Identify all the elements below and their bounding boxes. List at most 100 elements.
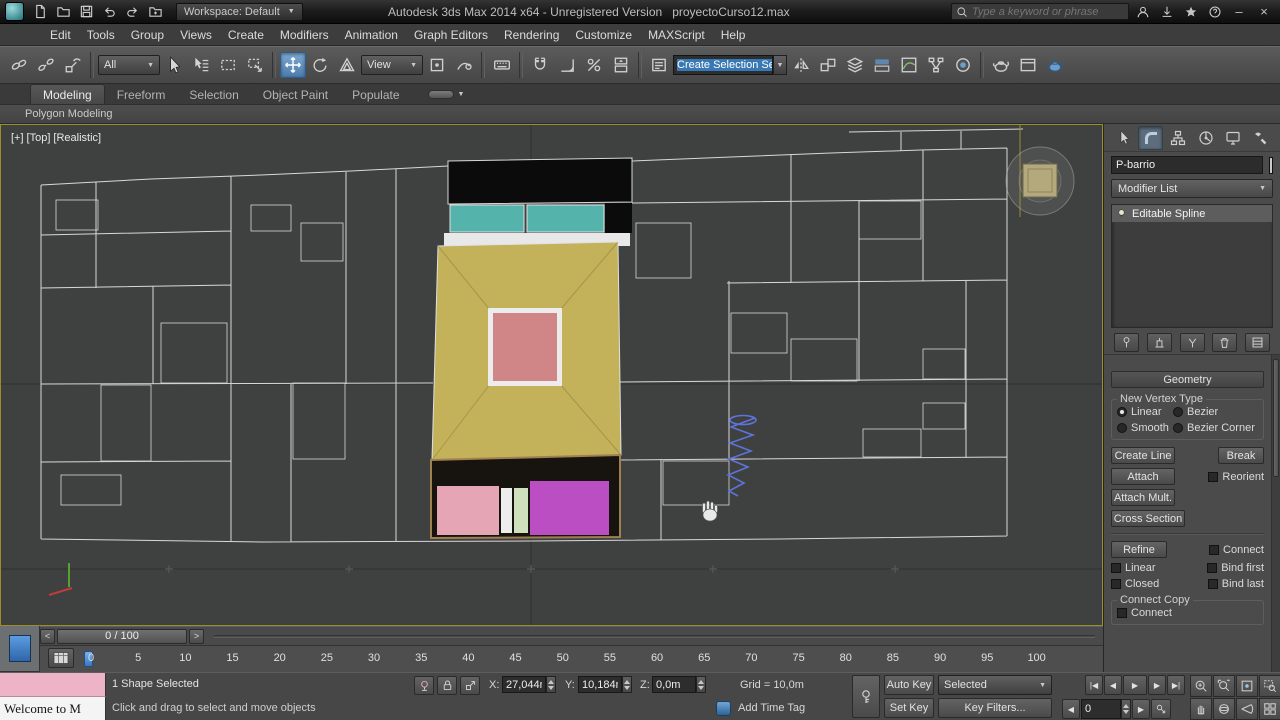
redo-icon[interactable] [122,2,143,21]
panel-scrollbar[interactable] [1271,355,1280,672]
create-line-button[interactable]: Create Line [1111,447,1175,464]
attach-mult-button[interactable]: Attach Mult. [1111,489,1175,506]
auto-key-button[interactable]: Auto Key [884,675,934,695]
search-input[interactable] [972,5,1122,18]
menu-item[interactable]: Help [713,24,754,45]
undo-icon[interactable] [99,2,120,21]
y-field[interactable] [578,676,632,693]
time-slider-next-button[interactable]: > [189,628,204,644]
menu-item[interactable]: MAXScript [640,24,713,45]
create-tab-icon[interactable] [1111,126,1136,150]
3dsmax-logo-icon[interactable] [5,2,24,21]
named-selection-combo[interactable]: Create Selection Se ▼ [673,55,787,75]
project-folder-icon[interactable] [145,2,166,21]
menu-item[interactable]: Rendering [496,24,567,45]
maxscript-mini-listener[interactable]: Welcome to M [0,697,106,720]
select-object-icon[interactable] [161,52,187,78]
play-button[interactable]: ▶ [1123,675,1147,695]
viewport-shading-menu[interactable]: [Realistic] [53,132,101,144]
close-button[interactable]: × [1253,3,1275,21]
workspace-dropdown[interactable]: Workspace: Default ▼ [176,2,303,21]
key-mode-toggle-icon[interactable] [1151,699,1171,719]
modifier-list-dropdown[interactable]: Modifier List ▼ [1111,179,1273,198]
set-keys-button[interactable] [852,675,880,718]
orbit-icon[interactable] [1213,698,1235,720]
ribbon-minimize-pill[interactable] [427,90,454,99]
percent-snap-icon[interactable] [581,52,607,78]
next-frame-button[interactable]: ▶ [1148,675,1166,695]
material-editor-icon[interactable] [950,52,976,78]
attach-button[interactable]: Attach [1111,468,1175,485]
x-field[interactable] [502,676,556,693]
window-crossing-icon[interactable] [242,52,268,78]
menu-item[interactable]: Modifiers [272,24,337,45]
selection-lock-icon[interactable] [437,676,457,695]
connect-copy-checkbox[interactable]: Connect [1117,607,1258,619]
pan-icon[interactable] [1190,698,1212,720]
hierarchy-tab-icon[interactable] [1166,126,1191,150]
polygon-modeling-label[interactable]: Polygon Modeling [25,108,112,120]
spinner-icon[interactable] [622,676,632,693]
z-field[interactable] [652,676,706,693]
zoom-region-icon[interactable] [1259,675,1280,697]
key-step-forward-button[interactable]: ▶ [1132,699,1150,719]
set-key-button[interactable]: Set Key [884,698,934,718]
layer-manager-icon[interactable] [842,52,868,78]
bind-first-checkbox[interactable]: Bind first [1207,562,1264,574]
absolute-mode-icon[interactable] [460,676,480,695]
keyboard-override-icon[interactable] [489,52,515,78]
viewcube[interactable] [1005,125,1075,217]
angle-snap-icon[interactable] [554,52,580,78]
object-name-field[interactable] [1111,156,1263,174]
render-production-icon[interactable] [1042,52,1068,78]
bind-last-checkbox[interactable]: Bind last [1207,578,1264,590]
previous-frame-button[interactable]: ◀ [1104,675,1122,695]
show-end-result-icon[interactable] [1146,333,1172,352]
select-and-manipulate-icon[interactable] [451,52,477,78]
modifier-stack[interactable]: Editable Spline [1111,204,1273,328]
spinner-icon[interactable] [1121,699,1131,719]
reference-coordinate-dropdown[interactable]: View ▼ [361,55,423,75]
utilities-tab-icon[interactable] [1248,126,1273,150]
modify-tab-icon[interactable] [1138,125,1164,150]
ribbon-panel-strip[interactable]: Polygon Modeling [0,105,1280,124]
save-file-icon[interactable] [76,2,97,21]
menu-item[interactable]: Customize [567,24,640,45]
zoom-all-icon[interactable] [1213,675,1235,697]
zoom-extents-icon[interactable] [1236,675,1258,697]
linear-checkbox[interactable]: Linear [1111,562,1156,574]
schematic-view-icon[interactable] [923,52,949,78]
key-step-back-button[interactable]: ◀ [1062,699,1080,719]
refine-button[interactable]: Refine [1111,541,1167,558]
maximize-viewport-icon[interactable] [1259,698,1280,720]
stack-item-editable-spline[interactable]: Editable Spline [1112,205,1272,222]
macro-recorder-pane[interactable] [0,673,106,697]
object-color-swatch[interactable] [1269,156,1273,174]
mirror-icon[interactable] [788,52,814,78]
chevron-down-icon[interactable]: ▼ [458,91,465,98]
zoom-icon[interactable] [1190,675,1212,697]
select-and-link-icon[interactable] [6,52,32,78]
linear-radio[interactable]: Linear [1117,406,1173,418]
remove-modifier-icon[interactable] [1212,333,1238,352]
mini-curve-editor-button[interactable] [48,648,74,668]
select-and-scale-icon[interactable] [334,52,360,78]
connect-checkbox[interactable]: Connect [1209,544,1264,556]
named-selection-sets-icon[interactable] [646,52,672,78]
smooth-radio[interactable]: Smooth [1117,422,1173,434]
menu-item[interactable]: Graph Editors [406,24,496,45]
go-to-end-button[interactable]: ▶| [1167,675,1185,695]
field-of-view-icon[interactable] [1236,698,1258,720]
graphite-ribbon-toggle-icon[interactable] [869,52,895,78]
time-slider-prev-button[interactable]: < [40,628,55,644]
chevron-down-icon[interactable]: ▼ [773,55,787,75]
spinner-icon[interactable] [546,676,556,693]
ribbon-tab-selection[interactable]: Selection [177,85,250,104]
bezier-corner-radio[interactable]: Bezier Corner [1173,422,1258,434]
cross-section-button[interactable]: Cross Section [1111,510,1185,527]
make-unique-icon[interactable] [1179,333,1205,352]
rectangular-selection-region-icon[interactable] [215,52,241,78]
signin-user-icon[interactable] [1132,2,1153,21]
spinner-snap-icon[interactable] [608,52,634,78]
menu-item[interactable]: Tools [79,24,123,45]
